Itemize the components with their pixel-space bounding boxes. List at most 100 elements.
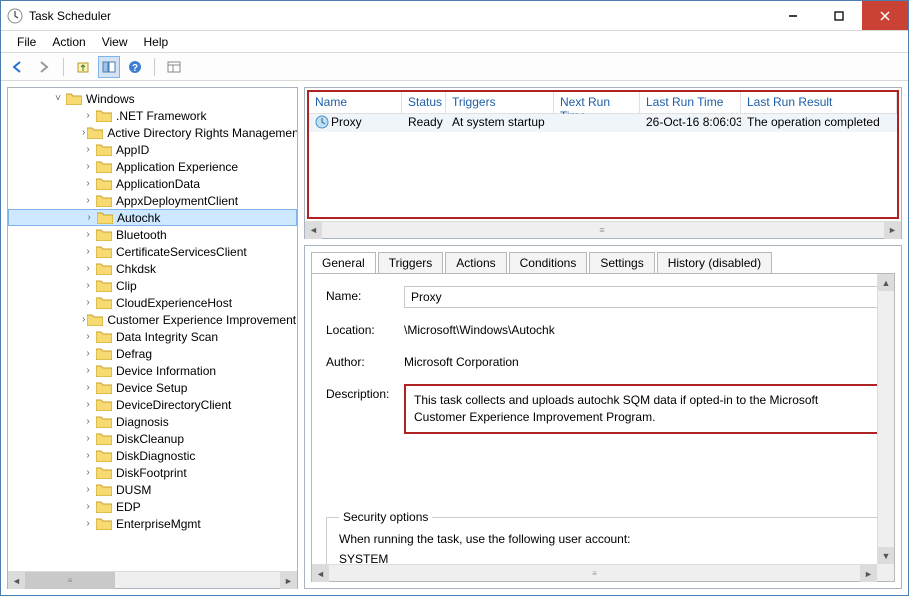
chevron-right-icon[interactable]: › [82, 195, 94, 206]
chevron-right-icon[interactable]: › [82, 331, 94, 342]
tree-item[interactable]: ›Device Information [8, 362, 297, 379]
chevron-right-icon[interactable]: › [82, 450, 94, 461]
tab-general[interactable]: General [311, 252, 376, 273]
tree-item[interactable]: ›Customer Experience Improvement [8, 311, 297, 328]
tree-item[interactable]: ›Diagnosis [8, 413, 297, 430]
detail-horizontal-scrollbar[interactable]: ◄ ≡ ► [312, 564, 877, 581]
tree-item[interactable]: ›Data Integrity Scan [8, 328, 297, 345]
tree-item[interactable]: ›Autochk [8, 209, 297, 226]
maximize-button[interactable] [816, 1, 862, 30]
chevron-right-icon[interactable]: › [82, 263, 94, 274]
chevron-right-icon[interactable]: › [82, 229, 94, 240]
tree-item[interactable]: ›Bluetooth [8, 226, 297, 243]
close-button[interactable] [862, 1, 908, 30]
tree-item[interactable]: ›AppxDeploymentClient [8, 192, 297, 209]
tree-item[interactable]: ›EDP [8, 498, 297, 515]
tree-item[interactable]: ›DUSM [8, 481, 297, 498]
field-name[interactable]: Proxy [404, 286, 880, 308]
task-status: Ready [402, 114, 446, 132]
chevron-right-icon[interactable]: › [82, 127, 85, 138]
tab-history[interactable]: History (disabled) [657, 252, 772, 273]
chevron-right-icon[interactable]: › [82, 467, 94, 478]
tree-item[interactable]: ›Application Experience [8, 158, 297, 175]
chevron-right-icon[interactable]: › [82, 433, 94, 444]
chevron-right-icon[interactable]: › [82, 399, 94, 410]
minimize-button[interactable] [770, 1, 816, 30]
scroll-left-button[interactable]: ◄ [305, 222, 322, 239]
tree-item[interactable]: ›DeviceDirectoryClient [8, 396, 297, 413]
tree-item[interactable]: › DiskDiagnostic [8, 447, 297, 464]
scroll-right-button[interactable]: ► [860, 565, 877, 582]
back-button[interactable] [7, 56, 29, 78]
detail-vertical-scrollbar[interactable]: ▲ ▼ [877, 274, 894, 564]
tree-item[interactable]: ›Active Directory Rights Management [8, 124, 297, 141]
tab-conditions[interactable]: Conditions [509, 252, 588, 273]
chevron-right-icon[interactable]: › [82, 297, 94, 308]
col-status[interactable]: Status [402, 92, 446, 113]
tree-item[interactable]: ›Device Setup [8, 379, 297, 396]
folder-icon [96, 381, 112, 394]
chevron-right-icon[interactable]: › [82, 416, 94, 427]
menu-action[interactable]: Action [44, 33, 93, 51]
scroll-left-button[interactable]: ◄ [8, 572, 25, 589]
col-last-run[interactable]: Last Run Time [640, 92, 741, 113]
tree-item[interactable]: ›CertificateServicesClient [8, 243, 297, 260]
scroll-left-button[interactable]: ◄ [312, 565, 329, 582]
tree-root[interactable]: ˅ Windows [8, 90, 297, 107]
tree-item[interactable]: ›Clip [8, 277, 297, 294]
folder-icon [96, 517, 112, 530]
tree-item[interactable]: ›.NET Framework [8, 107, 297, 124]
svg-text:?: ? [132, 63, 138, 74]
tab-actions[interactable]: Actions [445, 252, 506, 273]
chevron-right-icon[interactable]: › [82, 518, 94, 529]
tree-item[interactable]: ›DiskCleanup [8, 430, 297, 447]
task-list-scrollbar[interactable]: ◄ ≡ ► [305, 221, 901, 238]
tree-horizontal-scrollbar[interactable]: ◄ ≡ ► [8, 571, 297, 588]
menu-view[interactable]: View [94, 33, 136, 51]
chevron-right-icon[interactable]: › [82, 365, 94, 376]
col-last-result[interactable]: Last Run Result [741, 92, 897, 113]
chevron-right-icon[interactable]: › [82, 178, 94, 189]
scroll-right-button[interactable]: ► [280, 572, 297, 589]
menu-file[interactable]: File [9, 33, 44, 51]
folder-icon [96, 449, 112, 462]
menu-help[interactable]: Help [136, 33, 177, 51]
tab-triggers[interactable]: Triggers [378, 252, 444, 273]
view-toggle-button[interactable] [98, 56, 120, 78]
task-row[interactable]: Proxy Ready At system startup 26-Oct-16 … [309, 114, 897, 132]
tree-item[interactable]: ›AppID [8, 141, 297, 158]
tree-item[interactable]: ›EnterpriseMgmt [8, 515, 297, 532]
col-next-run[interactable]: Next Run Time [554, 92, 640, 113]
tree-item[interactable]: ›ApplicationData [8, 175, 297, 192]
tree-item[interactable]: ›DiskFootprint [8, 464, 297, 481]
scroll-down-button[interactable]: ▼ [878, 547, 894, 564]
chevron-right-icon[interactable]: › [82, 110, 94, 121]
tree-item-label: DiskDiagnostic [116, 449, 195, 463]
scroll-up-button[interactable]: ▲ [878, 274, 894, 291]
tree-item[interactable]: ›CloudExperienceHost [8, 294, 297, 311]
tree-item[interactable]: ›Chkdsk [8, 260, 297, 277]
chevron-right-icon[interactable]: › [82, 314, 85, 325]
chevron-right-icon[interactable]: › [82, 161, 94, 172]
tree-item[interactable]: › Defrag [8, 345, 297, 362]
forward-button[interactable] [33, 56, 55, 78]
chevron-down-icon[interactable]: ˅ [52, 93, 64, 104]
chevron-right-icon[interactable]: › [82, 144, 94, 155]
help-icon[interactable]: ? [124, 56, 146, 78]
scroll-right-button[interactable]: ► [884, 222, 901, 239]
tab-settings[interactable]: Settings [589, 252, 654, 273]
tree-scroll[interactable]: ˅ Windows ›.NET Framework›Active Directo… [8, 88, 297, 571]
chevron-right-icon[interactable]: › [82, 246, 94, 257]
chevron-right-icon[interactable]: › [83, 212, 95, 223]
up-button[interactable] [72, 56, 94, 78]
col-triggers[interactable]: Triggers [446, 92, 554, 113]
panes-button[interactable] [163, 56, 185, 78]
chevron-right-icon[interactable]: › [82, 484, 94, 495]
chevron-right-icon[interactable]: › [82, 501, 94, 512]
field-description[interactable]: This task collects and uploads autochk S… [404, 384, 880, 434]
tree-item-label: Defrag [116, 347, 152, 361]
chevron-right-icon[interactable]: › [82, 280, 94, 291]
chevron-right-icon[interactable]: › [82, 382, 94, 393]
col-name[interactable]: Name [309, 92, 402, 113]
chevron-right-icon[interactable]: › [82, 348, 94, 359]
